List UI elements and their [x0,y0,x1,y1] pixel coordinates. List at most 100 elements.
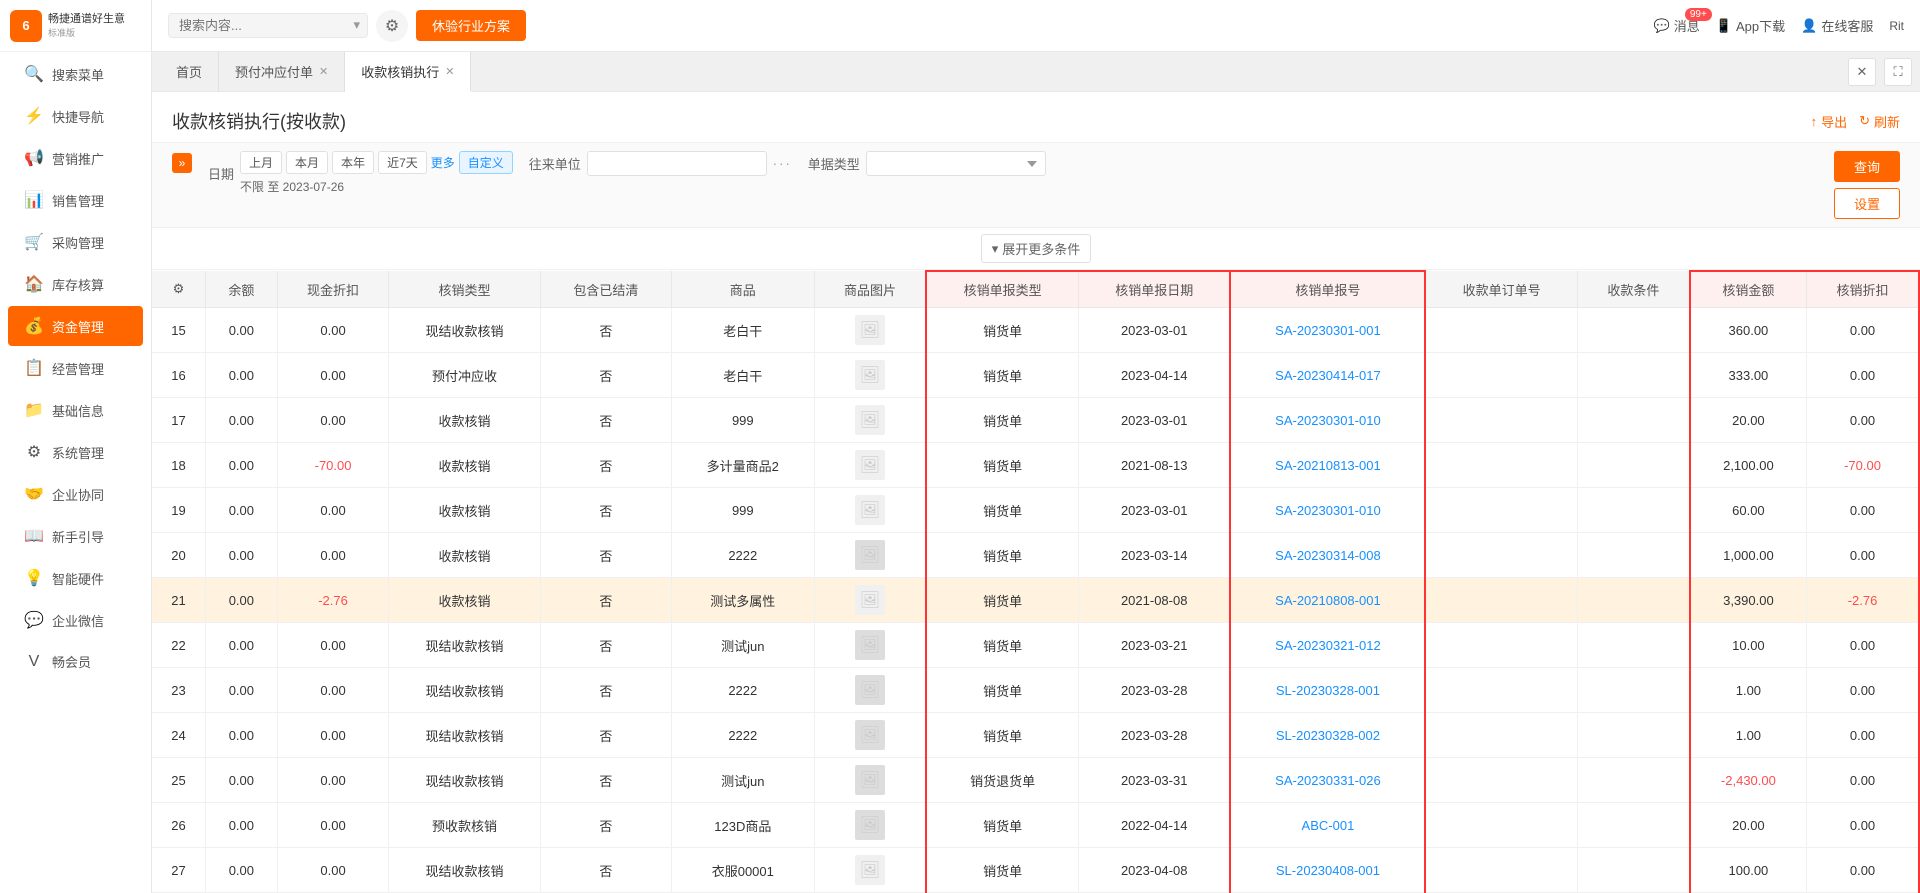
sidebar-item-企业微信[interactable]: 💬 企业微信 [8,600,143,640]
td-col-5: 999 [672,398,814,443]
td-col-1: 0.00 [205,533,277,578]
this-month-btn[interactable]: 本月 [286,151,328,174]
td-col-9[interactable]: SL-20230328-001 [1230,668,1425,713]
date-more-btn[interactable]: 更多 [431,154,455,171]
sidebar-icon: 🏠 [24,274,44,294]
td-col-10 [1425,353,1577,398]
sidebar-icon: 🛒 [24,232,44,252]
bill-no-link[interactable]: SA-20230314-008 [1275,548,1381,563]
industry-btn[interactable]: 休验行业方案 [416,10,526,41]
td-col-9[interactable]: SA-20210808-001 [1230,578,1425,623]
online-service-btn[interactable]: 👤 在线客服 [1801,16,1873,35]
bill-no-link[interactable]: SA-20230321-012 [1275,638,1381,653]
td-col-13: 0.00 [1807,713,1919,758]
sidebar-item-智能硬件[interactable]: 💡 智能硬件 [8,558,143,598]
tab-预付冲应付单[interactable]: 预付冲应付单 ✕ [219,52,345,92]
sidebar-item-畅会员[interactable]: V 畅会员 [8,642,143,681]
td-col-1: 0.00 [205,623,277,668]
this-year-btn[interactable]: 本年 [332,151,374,174]
td-col-2: 0.00 [277,848,389,893]
tab-收款核销执行[interactable]: 收款核销执行 ✕ [345,52,471,92]
sidebar-label: 畅会员 [52,652,91,671]
td-col-8: 2023-04-14 [1078,353,1230,398]
table-header: ⚙余额现金折扣核销类型包含已结清商品商品图片核销单报类型核销单报日期核销单报号收… [152,271,1919,308]
last-7days-btn[interactable]: 近7天 [378,151,427,174]
td-col-8: 2023-03-28 [1078,713,1230,758]
td-col-9[interactable]: SL-20230408-001 [1230,848,1425,893]
td-col-0: 19 [152,488,205,533]
app-download-btn[interactable]: 📱 App下载 [1716,16,1785,35]
bill-no-link[interactable]: SA-20230301-001 [1275,323,1381,338]
bill-no-link[interactable]: ABC-001 [1302,818,1355,833]
td-col-3: 收款核销 [389,488,540,533]
bill-no-link[interactable]: SL-20230408-001 [1276,863,1380,878]
tab-首页[interactable]: 首页 [160,52,219,92]
bill-type-select[interactable] [866,151,1046,176]
last-month-btn[interactable]: 上月 [240,151,282,174]
td-col-4: 否 [540,668,671,713]
product-image: 🖼 [855,315,885,345]
td-col-1: 0.00 [205,353,277,398]
td-col-9[interactable]: SA-20230314-008 [1230,533,1425,578]
settings-icon[interactable]: ⚙ [376,10,408,42]
tab-close-btn[interactable]: ✕ [319,65,328,78]
td-col-7: 销货单 [926,668,1078,713]
message-btn[interactable]: 💬 消息 99+ [1654,16,1700,35]
sidebar-item-系统管理[interactable]: ⚙ 系统管理 [8,432,143,472]
sidebar-item-快捷导航[interactable]: ⚡ 快捷导航 [8,96,143,136]
maximize-tab-btn[interactable]: ⛶ [1884,58,1912,86]
sidebar-item-采购管理[interactable]: 🛒 采购管理 [8,222,143,262]
sidebar-item-营销推广[interactable]: 📢 营销推广 [8,138,143,178]
sidebar-icon: ⚡ [24,106,44,126]
td-col-11 [1577,713,1689,758]
bill-no-link[interactable]: SA-20230301-010 [1275,503,1381,518]
bill-no-link[interactable]: SA-20230301-010 [1275,413,1381,428]
td-col-9[interactable]: SA-20210813-001 [1230,443,1425,488]
bill-no-link[interactable]: SL-20230328-002 [1276,728,1380,743]
td-col-9[interactable]: SA-20230301-001 [1230,308,1425,353]
product-image: 🖼 [855,495,885,525]
unit-dots: ··· [773,156,792,171]
td-col-9[interactable]: SA-20230301-010 [1230,488,1425,533]
product-image: 🖼 [855,450,885,480]
sidebar-item-销售管理[interactable]: 📊 销售管理 [8,180,143,220]
custom-date-btn[interactable]: 自定义 [459,151,513,174]
search-input[interactable] [168,13,368,38]
sidebar-item-库存核算[interactable]: 🏠 库存核算 [8,264,143,304]
td-col-9[interactable]: SA-20230414-017 [1230,353,1425,398]
td-col-2: -70.00 [277,443,389,488]
filter-expand-btn[interactable]: » [172,153,192,173]
bill-no-link[interactable]: SA-20230414-017 [1275,368,1381,383]
bill-no-link[interactable]: SL-20230328-001 [1276,683,1380,698]
unit-input[interactable] [587,151,767,176]
td-col-6: 🖼 [814,578,926,623]
filter-settings-btn[interactable]: 设置 [1834,188,1900,219]
td-col-4: 否 [540,758,671,803]
sidebar-item-资金管理[interactable]: 💰 资金管理 [8,306,143,346]
sidebar-item-基础信息[interactable]: 📁 基础信息 [8,390,143,430]
export-btn[interactable]: ↑ 导出 [1811,112,1848,131]
td-col-4: 否 [540,848,671,893]
td-col-9[interactable]: SA-20230331-026 [1230,758,1425,803]
bill-no-link[interactable]: SA-20230331-026 [1275,773,1381,788]
refresh-btn[interactable]: ↻ 刷新 [1859,112,1900,131]
query-btn[interactable]: 查询 [1834,151,1900,182]
unit-filter-group: 往来单位 ··· [529,151,792,176]
td-col-9[interactable]: SL-20230328-002 [1230,713,1425,758]
sidebar-item-企业协同[interactable]: 🤝 企业协同 [8,474,143,514]
td-col-1: 0.00 [205,668,277,713]
close-tab-btn[interactable]: ✕ [1848,58,1876,86]
expand-conditions-btn[interactable]: ▾ 展开更多条件 [981,234,1092,263]
td-col-13: 0.00 [1807,488,1919,533]
bill-no-link[interactable]: SA-20210813-001 [1275,458,1381,473]
sidebar-item-新手引导[interactable]: 📖 新手引导 [8,516,143,556]
tab-close-btn[interactable]: ✕ [445,65,454,78]
td-col-9[interactable]: ABC-001 [1230,803,1425,848]
td-col-8: 2023-03-31 [1078,758,1230,803]
td-col-9[interactable]: SA-20230301-010 [1230,398,1425,443]
sidebar-item-经营管理[interactable]: 📋 经营管理 [8,348,143,388]
td-col-9[interactable]: SA-20230321-012 [1230,623,1425,668]
app-logo: 6 畅捷通谱好生意 标准版 [0,0,151,52]
bill-no-link[interactable]: SA-20210808-001 [1275,593,1381,608]
sidebar-item-搜索菜单[interactable]: 🔍 搜索菜单 [8,54,143,94]
